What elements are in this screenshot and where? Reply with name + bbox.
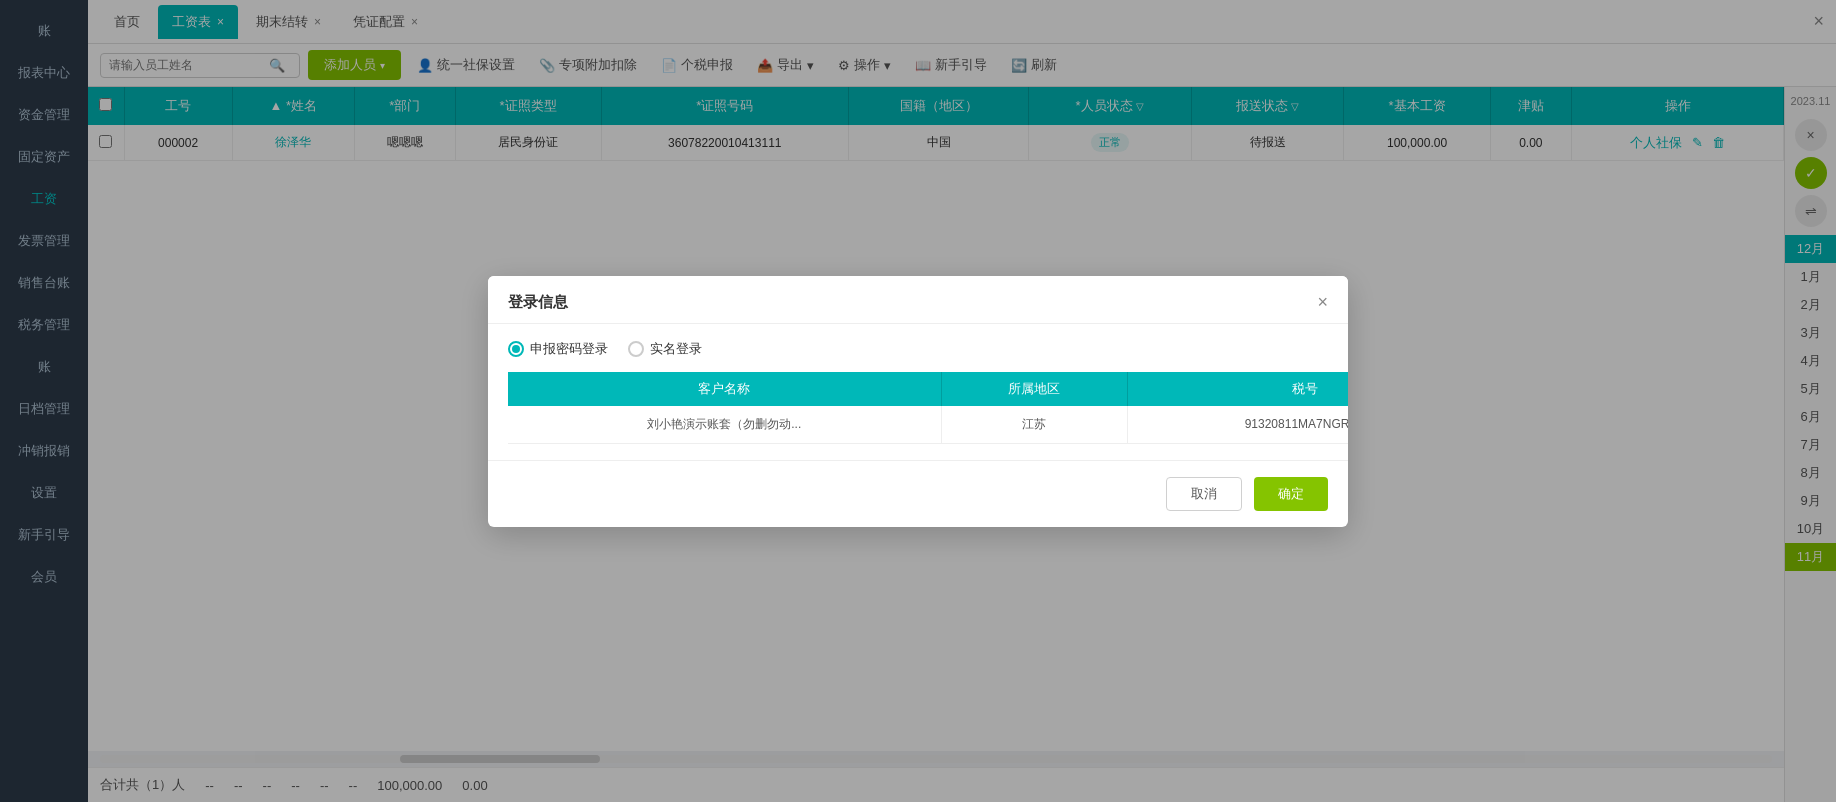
dialog-header: 登录信息 × — [488, 276, 1348, 324]
radio-declaration-circle — [508, 341, 524, 357]
dialog-col-region: 所属地区 — [941, 372, 1128, 406]
dialog-close-button[interactable]: × — [1317, 292, 1328, 313]
client-table: 客户名称 所属地区 税号 个税密码 刘小艳演示账套（勿删勿动... 江苏 913… — [508, 372, 1348, 444]
dialog-footer: 取消 确定 — [488, 460, 1348, 527]
cancel-button[interactable]: 取消 — [1166, 477, 1242, 511]
dialog-col-taxno: 税号 — [1128, 372, 1348, 406]
dialog-cell-name: 刘小艳演示账套（勿删勿动... — [508, 406, 941, 444]
login-type-radio-group: 申报密码登录 实名登录 — [508, 340, 1328, 358]
dialog-table-row: 刘小艳演示账套（勿删勿动... 江苏 91320811MA7NGR2... — [508, 406, 1348, 444]
confirm-button[interactable]: 确定 — [1254, 477, 1328, 511]
dialog-body: 申报密码登录 实名登录 客户名称 所属地区 税号 个税密码 — [488, 324, 1348, 460]
dialog-cell-region: 江苏 — [941, 406, 1128, 444]
dialog-title: 登录信息 — [508, 293, 568, 312]
dialog-overlay: 登录信息 × 申报密码登录 实名登录 客户名称 — [0, 0, 1836, 802]
radio-realname-circle — [628, 341, 644, 357]
radio-real-name[interactable]: 实名登录 — [628, 340, 702, 358]
radio-declaration-password[interactable]: 申报密码登录 — [508, 340, 608, 358]
dialog-cell-taxno: 91320811MA7NGR2... — [1128, 406, 1348, 444]
login-dialog: 登录信息 × 申报密码登录 实名登录 客户名称 — [488, 276, 1348, 527]
dialog-col-name: 客户名称 — [508, 372, 941, 406]
